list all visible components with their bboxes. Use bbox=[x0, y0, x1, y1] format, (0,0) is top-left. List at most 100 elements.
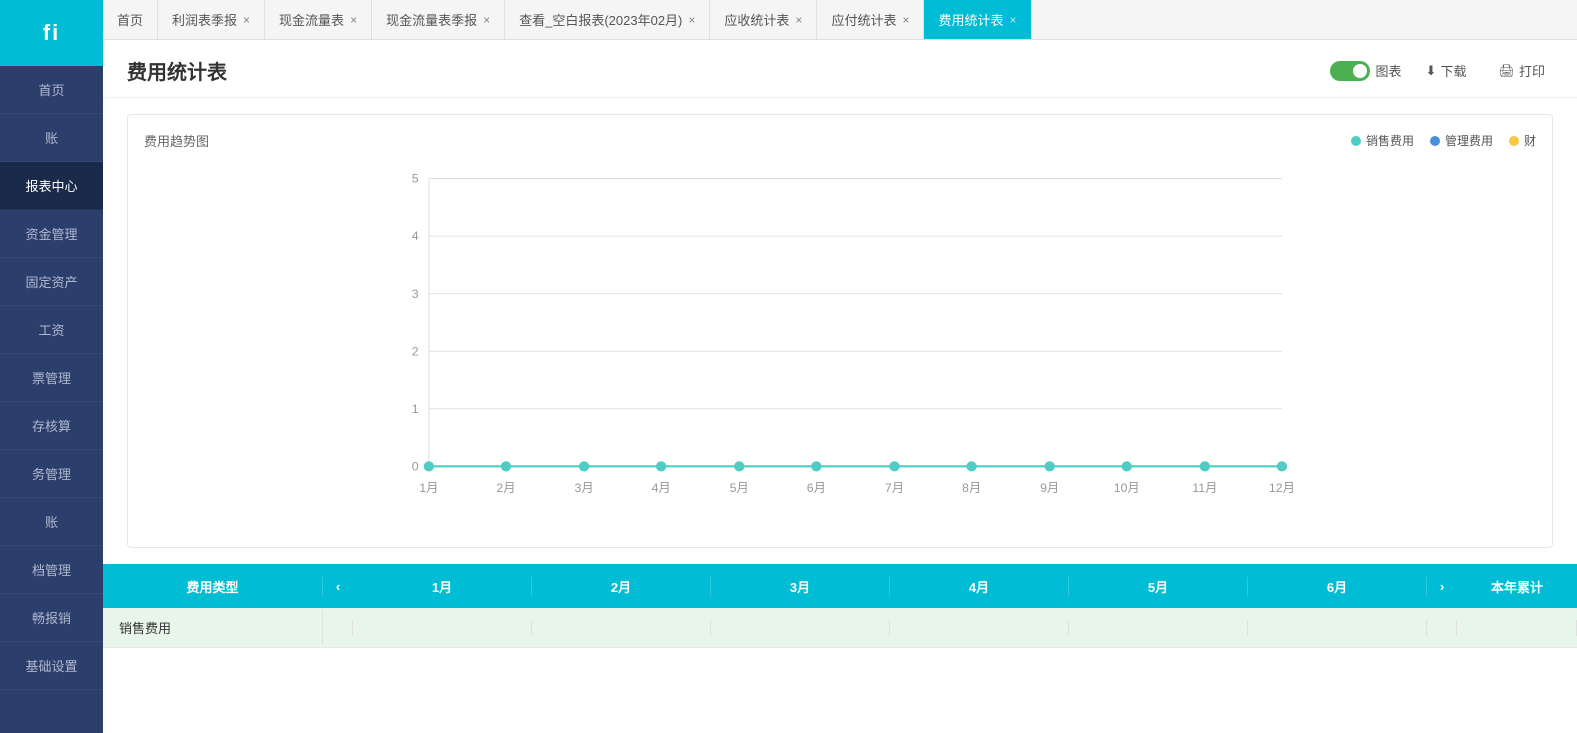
tab-cashflow[interactable]: 现金流量表 × bbox=[265, 0, 372, 39]
legend-finance: 财 bbox=[1509, 132, 1536, 149]
svg-text:4: 4 bbox=[412, 229, 419, 243]
svg-text:5: 5 bbox=[412, 172, 419, 186]
print-icon: 🖨 bbox=[1498, 63, 1515, 79]
svg-text:6月: 6月 bbox=[807, 481, 826, 495]
sidebar-item-fund-mgmt[interactable]: 资金管理 bbox=[0, 210, 103, 258]
th-month-1: 1月 bbox=[353, 577, 532, 596]
tab-close-profit-report[interactable]: × bbox=[243, 13, 250, 27]
tab-bar: 首页 利润表季报 × 现金流量表 × 现金流量表季报 × 查看_空白报表(202… bbox=[103, 0, 1577, 40]
chart-section: 费用趋势图 销售费用 管理费用 财 bbox=[127, 114, 1553, 548]
th-total: 本年累计 bbox=[1457, 577, 1577, 596]
page-title: 费用统计表 bbox=[127, 56, 227, 85]
svg-text:2月: 2月 bbox=[496, 481, 515, 495]
tab-home[interactable]: 首页 bbox=[103, 0, 158, 39]
svg-text:1: 1 bbox=[412, 402, 419, 416]
tab-close-payable[interactable]: × bbox=[902, 13, 909, 27]
prev-arrow-icon[interactable]: ‹ bbox=[336, 579, 340, 594]
print-label: 打印 bbox=[1519, 61, 1545, 80]
td-month-3-sales bbox=[711, 620, 890, 636]
page-header: 费用统计表 图表 ⬇ 下载 🖨 打印 bbox=[103, 40, 1577, 98]
sidebar-item-report-center[interactable]: 报表中心 bbox=[0, 162, 103, 210]
svg-text:10月: 10月 bbox=[1114, 481, 1140, 495]
tab-close-expense[interactable]: × bbox=[1009, 13, 1016, 27]
td-month-1-sales bbox=[353, 620, 532, 636]
th-month-5: 5月 bbox=[1069, 577, 1248, 596]
tab-blank-report[interactable]: 查看_空白报表(2023年02月) × bbox=[505, 0, 710, 39]
print-button[interactable]: 🖨 打印 bbox=[1490, 57, 1553, 84]
th-nav-prev[interactable]: ‹ bbox=[323, 579, 353, 594]
sidebar-item-ledger[interactable]: 账 bbox=[0, 114, 103, 162]
th-month-4: 4月 bbox=[890, 577, 1069, 596]
svg-text:12月: 12月 bbox=[1269, 481, 1295, 495]
main-area: 首页 利润表季报 × 现金流量表 × 现金流量表季报 × 查看_空白报表(202… bbox=[103, 0, 1577, 733]
chart-legend: 销售费用 管理费用 财 bbox=[1351, 132, 1536, 149]
legend-label-sales: 销售费用 bbox=[1366, 132, 1414, 149]
tab-payable[interactable]: 应付统计表 × bbox=[817, 0, 924, 39]
th-type: 费用类型 bbox=[103, 577, 323, 596]
legend-sales: 销售费用 bbox=[1351, 132, 1414, 149]
td-month-2-sales bbox=[532, 620, 711, 636]
table-body: 销售费用 bbox=[103, 608, 1577, 648]
download-button[interactable]: ⬇ 下载 bbox=[1418, 57, 1475, 84]
tab-cashflow-quarter[interactable]: 现金流量表季报 × bbox=[372, 0, 505, 39]
tab-expense[interactable]: 费用统计表 × bbox=[924, 0, 1031, 39]
next-arrow-icon[interactable]: › bbox=[1440, 579, 1444, 594]
legend-admin: 管理费用 bbox=[1430, 132, 1493, 149]
sidebar-item-invoice-mgmt[interactable]: 票管理 bbox=[0, 354, 103, 402]
td-total-sales bbox=[1457, 620, 1577, 636]
svg-text:4月: 4月 bbox=[652, 481, 671, 495]
app-logo: fi bbox=[0, 0, 103, 66]
legend-dot-finance bbox=[1509, 136, 1519, 146]
tab-receivable[interactable]: 应收统计表 × bbox=[710, 0, 817, 39]
chart-toggle-wrap: 图表 bbox=[1330, 61, 1402, 81]
sidebar-item-fixed-asset[interactable]: 固定资产 bbox=[0, 258, 103, 306]
sidebar-item-service-mgmt[interactable]: 务管理 bbox=[0, 450, 103, 498]
svg-text:9月: 9月 bbox=[1040, 481, 1059, 495]
th-month-6: 6月 bbox=[1248, 577, 1427, 596]
tab-close-cashflow-quarter[interactable]: × bbox=[483, 13, 490, 27]
chart-toggle[interactable] bbox=[1330, 61, 1370, 81]
trend-chart: 5 4 3 2 1 0 bbox=[144, 158, 1536, 528]
svg-text:8月: 8月 bbox=[962, 481, 981, 495]
legend-label-admin: 管理费用 bbox=[1445, 132, 1493, 149]
table-header-row: 费用类型 ‹ 1月 2月 3月 4月 5月 6月 › 本年累计 bbox=[103, 564, 1577, 608]
sidebar-item-base-settings[interactable]: 基础设置 bbox=[0, 642, 103, 690]
th-month-3: 3月 bbox=[711, 577, 890, 596]
tab-close-blank-report[interactable]: × bbox=[688, 13, 695, 27]
svg-text:2: 2 bbox=[412, 344, 419, 358]
sidebar-item-account[interactable]: 账 bbox=[0, 498, 103, 546]
tab-close-receivable[interactable]: × bbox=[795, 13, 802, 27]
svg-text:3: 3 bbox=[412, 287, 419, 301]
chart-title: 费用趋势图 bbox=[144, 131, 209, 150]
svg-text:3月: 3月 bbox=[574, 481, 593, 495]
tab-close-cashflow[interactable]: × bbox=[350, 13, 357, 27]
svg-text:5月: 5月 bbox=[730, 481, 749, 495]
legend-label-finance: 财 bbox=[1524, 132, 1536, 149]
td-month-6-sales bbox=[1248, 620, 1427, 636]
sidebar-item-file-mgmt[interactable]: 档管理 bbox=[0, 546, 103, 594]
table-row: 销售费用 bbox=[103, 608, 1577, 648]
th-nav-next[interactable]: › bbox=[1427, 579, 1457, 594]
td-month-4-sales bbox=[890, 620, 1069, 636]
legend-dot-sales bbox=[1351, 136, 1361, 146]
svg-text:11月: 11月 bbox=[1192, 481, 1217, 495]
svg-text:0: 0 bbox=[412, 459, 419, 473]
download-label: 下载 bbox=[1440, 61, 1466, 80]
th-type-label: 费用类型 bbox=[186, 577, 238, 596]
svg-text:7月: 7月 bbox=[885, 481, 904, 495]
header-actions: 图表 ⬇ 下载 🖨 打印 bbox=[1330, 57, 1553, 84]
toggle-label: 图表 bbox=[1376, 61, 1402, 80]
sidebar-item-salary[interactable]: 工资 bbox=[0, 306, 103, 354]
legend-dot-admin bbox=[1430, 136, 1440, 146]
td-month-5-sales bbox=[1069, 620, 1248, 636]
sidebar: fi 首页 账 报表中心 资金管理 固定资产 工资 票管理 存核算 务管理 账 … bbox=[0, 0, 103, 733]
th-month-2: 2月 bbox=[532, 577, 711, 596]
tab-profit-report[interactable]: 利润表季报 × bbox=[158, 0, 265, 39]
page-content: 费用统计表 图表 ⬇ 下载 🖨 打印 费用趋势图 bbox=[103, 40, 1577, 733]
svg-text:1月: 1月 bbox=[419, 481, 438, 495]
chart-header: 费用趋势图 销售费用 管理费用 财 bbox=[144, 131, 1536, 150]
sidebar-item-inventory[interactable]: 存核算 bbox=[0, 402, 103, 450]
sidebar-item-home[interactable]: 首页 bbox=[0, 66, 103, 114]
table-section: 费用类型 ‹ 1月 2月 3月 4月 5月 6月 › 本年累计 销售费用 bbox=[103, 564, 1577, 648]
sidebar-item-cancel[interactable]: 畅报销 bbox=[0, 594, 103, 642]
